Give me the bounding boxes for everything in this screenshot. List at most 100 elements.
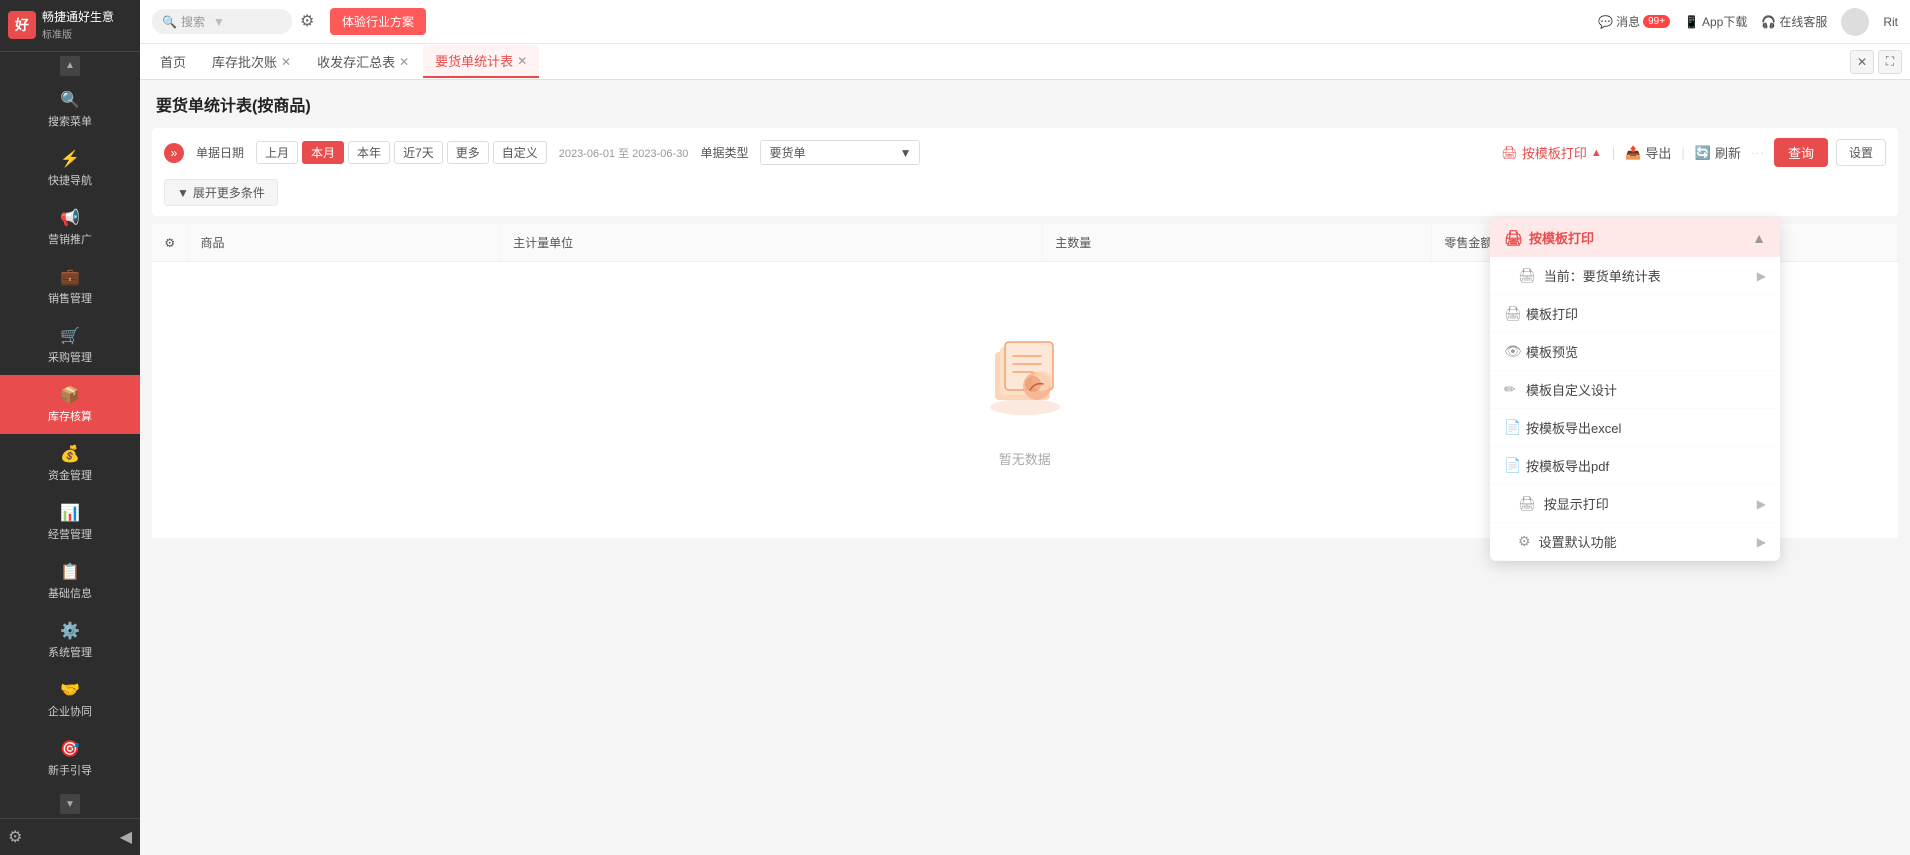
dropdown-template-excel[interactable]: 📄 按模板导出excel	[1490, 409, 1780, 447]
service-icon: 🎧	[1761, 15, 1776, 29]
scroll-down-btn[interactable]: ▼	[60, 794, 80, 814]
sidebar-item-basic[interactable]: 📋 基础信息	[0, 552, 140, 611]
expand-label: 展开更多条件	[193, 184, 265, 201]
dropdown-template-pdf[interactable]: 📄 按模板导出pdf	[1490, 447, 1780, 485]
bill-type-label: 单据类型	[700, 144, 748, 161]
date-btn-more[interactable]: 更多	[447, 141, 489, 164]
sidebar-item-sales[interactable]: 💼 销售管理	[0, 257, 140, 316]
set-default-label: 设置默认功能	[1539, 532, 1617, 551]
tab-collection-summary[interactable]: 收发存汇总表 ✕	[305, 46, 421, 77]
top-header: 🔍 搜索 ▼ ⚙ 体验行业方案 💬 消息 99+ 📱 App下载 🎧 在线客服 …	[140, 0, 1910, 44]
search-box[interactable]: 🔍 搜索 ▼	[152, 9, 292, 34]
print-template-btn[interactable]: 🖨 按模板打印 ▲	[1501, 143, 1601, 162]
print-dropdown-menu: 🖨 按模板打印 ▲ 🖨 当前：要货单统计表 ▶ 🖨 模板打印 👁 模板预览 ✏	[1490, 218, 1780, 561]
expand-more-btn[interactable]: ▼ 展开更多条件	[164, 179, 278, 206]
dropdown-template-preview[interactable]: 👁 模板预览	[1490, 333, 1780, 371]
dropdown-template-print[interactable]: 🖨 模板打印	[1490, 295, 1780, 333]
sidebar-item-label: 新手引导	[48, 762, 92, 778]
gear-icon[interactable]: ⚙	[300, 11, 322, 33]
system-icon: ⚙️	[60, 621, 80, 641]
username-label: Rit	[1883, 15, 1898, 29]
sidebar-item-system[interactable]: ⚙️ 系统管理	[0, 611, 140, 670]
tab-close-all-btn[interactable]: ✕	[1850, 50, 1874, 74]
messages-label: 消息	[1616, 13, 1640, 30]
dropdown-current-item[interactable]: 🖨 当前：要货单统计表 ▶	[1490, 257, 1780, 295]
empty-text: 暂无数据	[999, 449, 1051, 468]
sidebar-item-search[interactable]: 🔍 搜索菜单	[0, 80, 140, 139]
date-range: 2023-06-01 至 2023-06-30	[559, 145, 689, 161]
date-btn-last-month[interactable]: 上月	[256, 141, 298, 164]
sidebar-item-purchase[interactable]: 🛒 采购管理	[0, 316, 140, 375]
messages-btn[interactable]: 💬 消息 99+	[1598, 13, 1670, 30]
tabs-controls: ✕ ⛶	[1850, 50, 1902, 74]
sidebar-item-label: 库存核算	[48, 408, 92, 424]
export-label: 导出	[1645, 143, 1671, 162]
template-excel-label: 按模板导出excel	[1526, 418, 1621, 437]
user-avatar[interactable]	[1841, 8, 1869, 36]
display-print-icon: 🖨	[1518, 495, 1536, 512]
search-icon: 🔍	[60, 90, 80, 110]
expand-row: ▼ 展开更多条件	[164, 173, 1886, 206]
trial-btn[interactable]: 体验行业方案	[330, 8, 426, 35]
tab-home[interactable]: 首页	[148, 46, 198, 77]
sidebar-item-operation[interactable]: 📊 经营管理	[0, 493, 140, 552]
dropdown-title: 🖨 按模板打印	[1504, 228, 1594, 247]
sidebar-item-finance[interactable]: 💰 资金管理	[0, 434, 140, 493]
collab-icon: 🤝	[60, 680, 80, 700]
dropdown-display-print[interactable]: 🖨 按显示打印 ▶	[1490, 485, 1780, 523]
tab-order-stats-close[interactable]: ✕	[517, 54, 527, 68]
display-print-label: 按显示打印	[1544, 494, 1609, 513]
sidebar-bottom: ⚙ ◀	[0, 818, 140, 855]
refresh-btn[interactable]: 🔄 刷新	[1695, 143, 1741, 162]
export-btn[interactable]: 📤 导出	[1625, 143, 1671, 162]
content-area: 要货单统计表(按商品) » 单据日期 上月 本月 本年 近7天 更多 自定义 2…	[140, 80, 1910, 855]
col-quantity: 主数量	[1043, 224, 1432, 262]
collapse-icon[interactable]: ◀	[120, 827, 132, 847]
tab-order-stats[interactable]: 要货单统计表 ✕	[423, 45, 539, 78]
date-btn-this-month[interactable]: 本月	[302, 141, 344, 164]
scroll-up-btn[interactable]: ▲	[60, 56, 80, 76]
filter-card: » 单据日期 上月 本月 本年 近7天 更多 自定义 2023-06-01 至 …	[152, 128, 1898, 216]
date-btn-7days[interactable]: 近7天	[394, 141, 443, 164]
inventory-icon: 📦	[60, 385, 80, 405]
template-pdf-label: 按模板导出pdf	[1526, 456, 1609, 475]
date-btn-this-year[interactable]: 本年	[348, 141, 390, 164]
refresh-icon: 🔄	[1695, 145, 1711, 161]
tab-inventory-batch-close[interactable]: ✕	[281, 55, 291, 69]
col-product: 商品	[188, 224, 501, 262]
date-btn-custom[interactable]: 自定义	[493, 141, 547, 164]
date-btns: 上月 本月 本年 近7天 更多 自定义	[256, 141, 547, 164]
app-download-btn[interactable]: 📱 App下载	[1684, 13, 1747, 30]
filter-row: » 单据日期 上月 本月 本年 近7天 更多 自定义 2023-06-01 至 …	[164, 138, 1886, 167]
dropdown-close-btn[interactable]: ▲	[1752, 230, 1766, 246]
app-logo: 好 畅捷通好生意 标准版	[0, 0, 140, 52]
bill-type-select[interactable]: 要货单 ▼	[760, 140, 920, 165]
settings-icon[interactable]: ⚙	[8, 827, 22, 847]
col-settings[interactable]: ⚙	[152, 224, 188, 262]
expand-icon: ▼	[177, 186, 189, 200]
template-print-icon: 🖨	[1504, 305, 1522, 322]
query-btn[interactable]: 查询	[1774, 138, 1828, 167]
display-print-arrow: ▶	[1757, 497, 1766, 511]
app-name: 畅捷通好生意	[42, 10, 114, 26]
sidebar-nav: 🔍 搜索菜单 ⚡ 快捷导航 📢 营销推广 💼 销售管理 🛒 采购管理 📦 库存核…	[0, 80, 140, 790]
online-service-btn[interactable]: 🎧 在线客服	[1761, 13, 1827, 30]
sidebar-item-quicknav[interactable]: ⚡ 快捷导航	[0, 139, 140, 198]
sidebar-item-inventory[interactable]: 📦 库存核算	[0, 375, 140, 434]
sidebar-item-newbie[interactable]: 🎯 新手引导	[0, 729, 140, 788]
settings-btn[interactable]: 设置	[1836, 139, 1886, 166]
online-service-label: 在线客服	[1779, 13, 1827, 30]
template-design-icon: ✏	[1504, 381, 1516, 398]
dropdown-template-design[interactable]: ✏ 模板自定义设计	[1490, 371, 1780, 409]
dropdown-set-default[interactable]: ⚙ 设置默认功能 ▶	[1490, 523, 1780, 561]
tab-fullscreen-btn[interactable]: ⛶	[1878, 50, 1902, 74]
divider1: |	[1612, 145, 1615, 160]
print-template-arrow: ▲	[1591, 147, 1602, 159]
dropdown-title-text: 按模板打印	[1529, 228, 1594, 247]
tab-inventory-batch[interactable]: 库存批次账 ✕	[200, 46, 303, 77]
sidebar-item-marketing[interactable]: 📢 营销推广	[0, 198, 140, 257]
sidebar-item-collab[interactable]: 🤝 企业协同	[0, 670, 140, 729]
tab-collection-summary-close[interactable]: ✕	[399, 55, 409, 69]
filter-expand-btn[interactable]: »	[164, 143, 184, 163]
current-arrow: ▶	[1757, 269, 1766, 283]
